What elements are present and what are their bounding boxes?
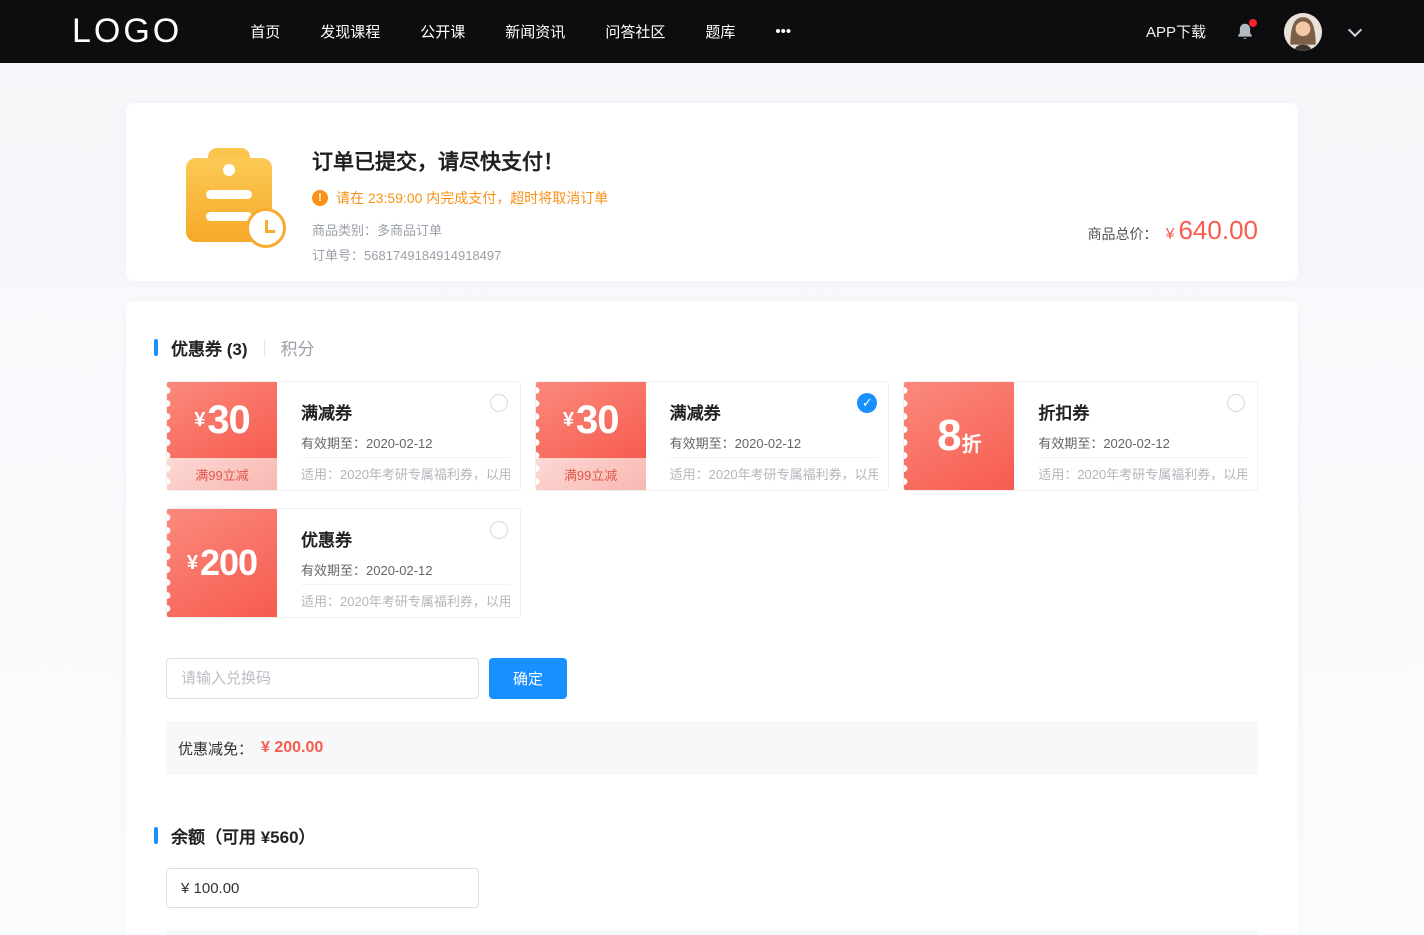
notification-badge xyxy=(1249,19,1257,27)
user-avatar[interactable] xyxy=(1284,13,1322,51)
tab-divider xyxy=(264,340,265,356)
coupon-card-20pct-discount[interactable]: 8折 折扣券 有效期至：2020-02-12 适用：2020年考研专属福利券，以… xyxy=(903,381,1258,491)
warning-icon: ! xyxy=(312,190,328,206)
coupon-radio-checked-icon[interactable]: ✓ xyxy=(857,393,877,413)
coupon-condition: 满99立减 xyxy=(167,458,277,490)
payment-deadline-notice: ! 请在 23:59:00 内完成支付，超时将取消订单 xyxy=(312,188,608,208)
top-navbar: LOGO 首页 发现课程 公开课 新闻资讯 问答社区 题库 ••• APP下载 xyxy=(0,0,1424,63)
nav-item-discover-courses[interactable]: 发现课程 xyxy=(320,21,380,42)
coupon-expiry: 有效期至：2020-02-12 xyxy=(1038,433,1237,452)
coupon-name: 折扣券 xyxy=(1038,399,1237,424)
redeem-code-row: 确定 xyxy=(166,658,1258,699)
logo[interactable]: LOGO xyxy=(72,12,182,51)
coupon-stub: ¥200 xyxy=(167,509,277,617)
coupon-radio-unchecked[interactable] xyxy=(490,394,508,412)
nav-right: APP下载 xyxy=(1146,13,1360,51)
balance-amount-input[interactable] xyxy=(166,868,479,908)
next-summary-bar xyxy=(166,930,1258,935)
coupon-stub: 8折 xyxy=(904,382,1014,490)
nav-item-open-classes[interactable]: 公开课 xyxy=(420,21,465,42)
section-accent-bar xyxy=(154,827,158,844)
coupon-radio-unchecked[interactable] xyxy=(1227,394,1245,412)
coupon-expiry: 有效期至：2020-02-12 xyxy=(301,560,500,579)
balance-section-header: 余额（可用 ¥560） xyxy=(154,823,1258,848)
total-price-label: 商品总价： xyxy=(1088,226,1158,242)
clock-icon xyxy=(246,208,286,248)
coupon-radio-unchecked[interactable] xyxy=(490,521,508,539)
deadline-text: 请在 23:59:00 内完成支付，超时将取消订单 xyxy=(336,188,608,208)
coupon-stub: ¥30 满99立减 xyxy=(167,382,277,490)
total-price-value: 640.00 xyxy=(1178,215,1258,245)
coupon-scope: 适用：2020年考研专属福利券，以用... xyxy=(301,584,510,617)
payment-options-card: 优惠券 (3) 积分 ¥30 满99立减 满减券 有效期至：2020-02-12… xyxy=(126,301,1298,935)
nav-item-home[interactable]: 首页 xyxy=(250,21,280,42)
nav-item-news[interactable]: 新闻资讯 xyxy=(505,21,565,42)
app-download-link[interactable]: APP下载 xyxy=(1146,21,1206,42)
redeem-code-input[interactable] xyxy=(166,658,479,699)
coupon-scope: 适用：2020年考研专属福利券，以用... xyxy=(301,457,510,490)
coupon-expiry: 有效期至：2020-02-12 xyxy=(301,433,500,452)
coupon-card-30-off-selected[interactable]: ¥30 满99立减 满减券 有效期至：2020-02-12 适用：2020年考研… xyxy=(535,381,890,491)
confirm-button[interactable]: 确定 xyxy=(489,658,567,699)
coupon-section-header: 优惠券 (3) 积分 xyxy=(154,335,1258,360)
coupon-grid: ¥30 满99立减 满减券 有效期至：2020-02-12 适用：2020年考研… xyxy=(166,381,1258,618)
order-clipboard-icon xyxy=(186,148,272,244)
coupon-name: 优惠券 xyxy=(301,526,500,551)
order-summary-card: 订单已提交，请尽快支付！ ! 请在 23:59:00 内完成支付，超时将取消订单… xyxy=(126,103,1298,281)
coupon-name: 满减券 xyxy=(301,399,500,424)
order-total-price: 商品总价： ¥640.00 xyxy=(1088,215,1258,246)
order-submitted-title: 订单已提交，请尽快支付！ xyxy=(312,146,608,176)
nav-item-more-ellipsis[interactable]: ••• xyxy=(775,23,791,40)
coupon-scope: 适用：2020年考研专属福利券，以用... xyxy=(670,457,879,490)
coupon-name: 满减券 xyxy=(670,399,869,424)
balance-title: 余额（可用 ¥560） xyxy=(171,823,316,848)
order-number: 订单号：5681749184914918497 xyxy=(312,243,608,268)
tab-points[interactable]: 积分 xyxy=(281,335,315,360)
discount-summary-bar: 优惠减免： ¥ 200.00 xyxy=(166,721,1258,775)
nav-item-qa-community[interactable]: 问答社区 xyxy=(605,21,665,42)
coupon-card-30-off[interactable]: ¥30 满99立减 满减券 有效期至：2020-02-12 适用：2020年考研… xyxy=(166,381,521,491)
currency-symbol: ¥ xyxy=(1166,226,1175,243)
discount-label: 优惠减免： xyxy=(178,738,253,759)
tab-coupons[interactable]: 优惠券 (3) xyxy=(171,335,248,360)
notification-bell-icon[interactable] xyxy=(1234,21,1256,43)
chevron-down-icon[interactable] xyxy=(1348,22,1362,36)
coupon-expiry: 有效期至：2020-02-12 xyxy=(670,433,869,452)
coupon-stub: ¥30 满99立减 xyxy=(536,382,646,490)
section-accent-bar xyxy=(154,339,158,356)
order-category: 商品类别：多商品订单 xyxy=(312,218,608,243)
coupon-card-200-off[interactable]: ¥200 优惠券 有效期至：2020-02-12 适用：2020年考研专属福利券… xyxy=(166,508,521,618)
coupon-condition: 满99立减 xyxy=(536,458,646,490)
nav-item-question-bank[interactable]: 题库 xyxy=(705,21,735,42)
nav-links: 首页 发现课程 公开课 新闻资讯 问答社区 题库 ••• xyxy=(250,21,791,42)
discount-value: ¥ 200.00 xyxy=(261,739,323,757)
coupon-scope: 适用：2020年考研专属福利券，以用... xyxy=(1038,457,1247,490)
